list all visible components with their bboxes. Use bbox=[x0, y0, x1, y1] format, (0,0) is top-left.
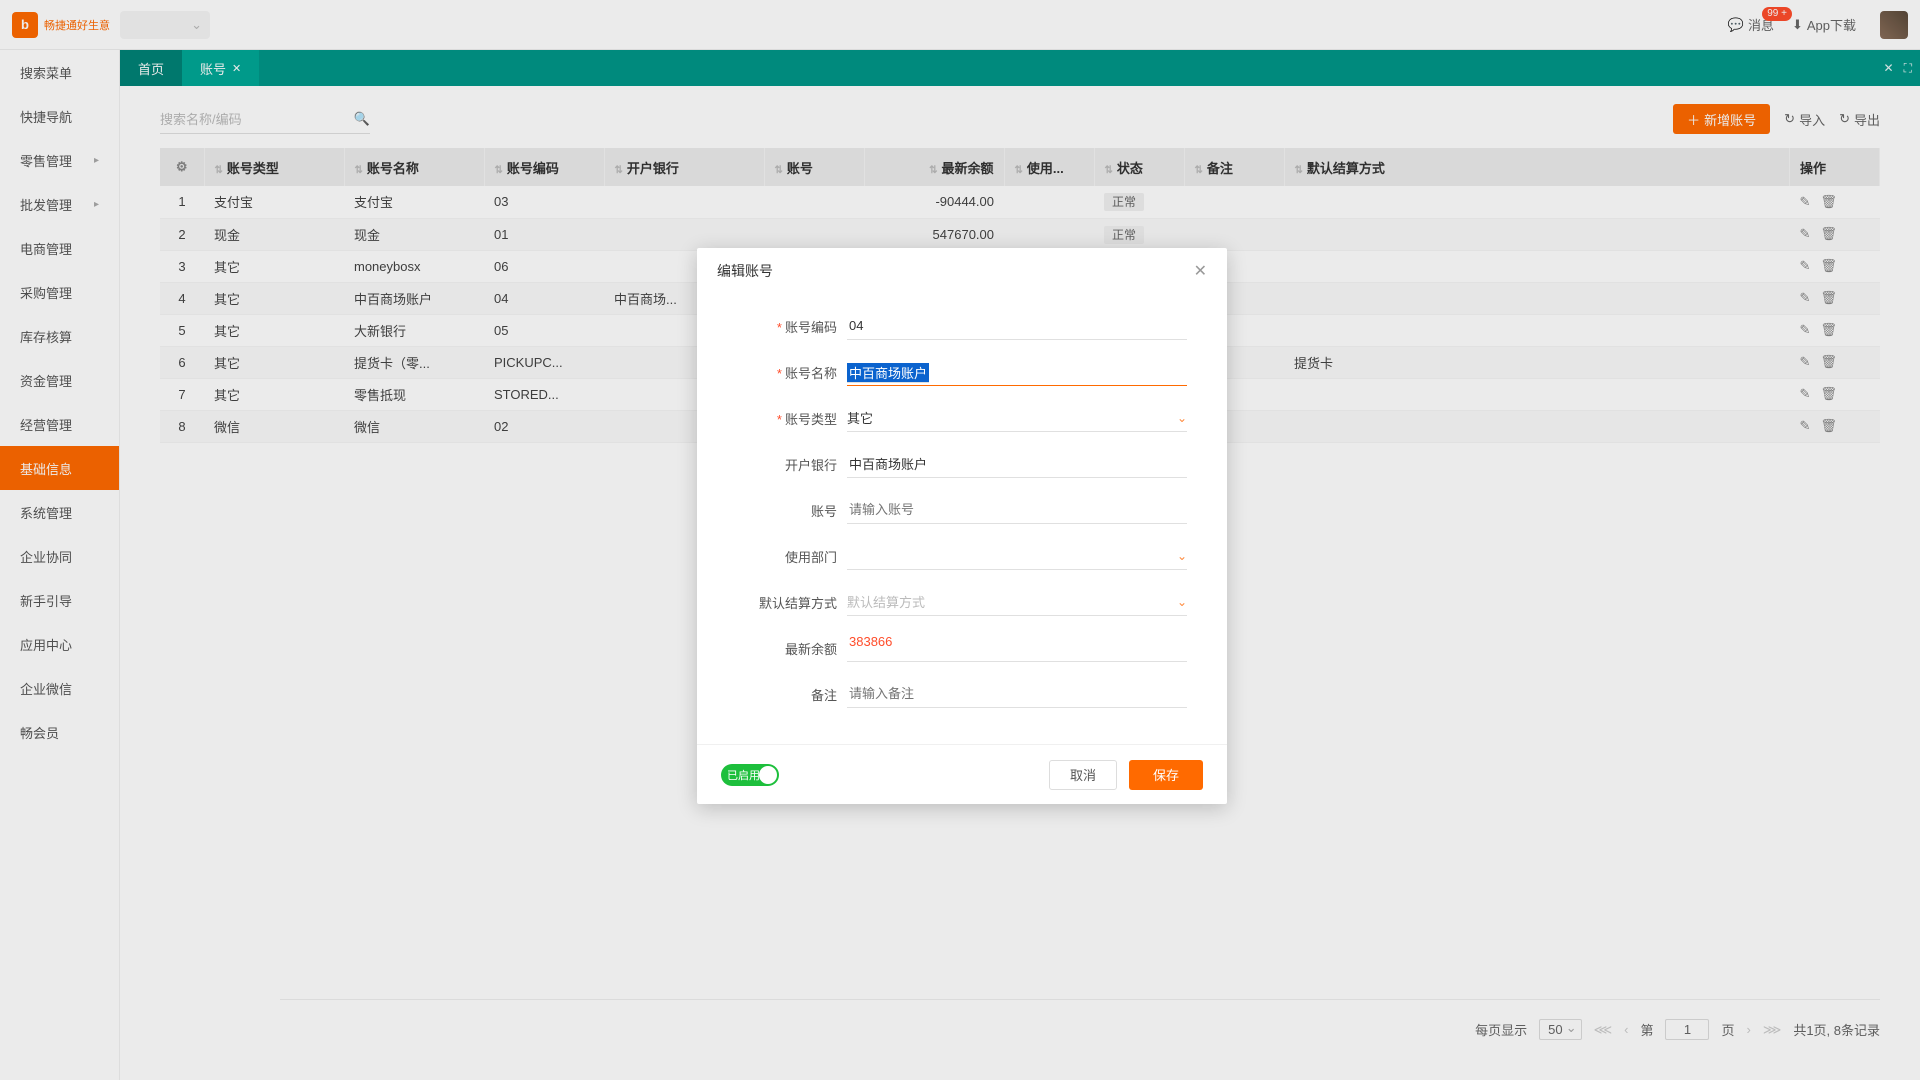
bank-field[interactable] bbox=[847, 450, 1187, 478]
account-field[interactable] bbox=[847, 496, 1187, 524]
enabled-toggle[interactable]: 已启用 bbox=[721, 764, 779, 786]
modal-title: 编辑账号 bbox=[717, 261, 773, 281]
chevron-down-icon: ⌄ bbox=[1177, 411, 1187, 425]
balance-value: 383866 bbox=[847, 634, 1187, 662]
cancel-button[interactable]: 取消 bbox=[1049, 760, 1117, 790]
code-field[interactable] bbox=[847, 312, 1187, 340]
dept-select[interactable]: ⌄ bbox=[847, 542, 1187, 570]
type-select[interactable]: 其它⌄ bbox=[847, 404, 1187, 432]
note-field[interactable] bbox=[847, 680, 1187, 708]
name-field[interactable]: 中百商场账户 bbox=[847, 358, 1187, 386]
save-button[interactable]: 保存 bbox=[1129, 760, 1203, 790]
close-icon[interactable]: ✕ bbox=[1194, 261, 1207, 281]
edit-account-modal: 编辑账号 ✕ *账号编码 *账号名称中百商场账户 *账号类型其它⌄ 开户银行 账… bbox=[697, 248, 1227, 804]
chevron-down-icon: ⌄ bbox=[1177, 595, 1187, 609]
settle-select[interactable]: 默认结算方式⌄ bbox=[847, 588, 1187, 616]
chevron-down-icon: ⌄ bbox=[1177, 549, 1187, 563]
